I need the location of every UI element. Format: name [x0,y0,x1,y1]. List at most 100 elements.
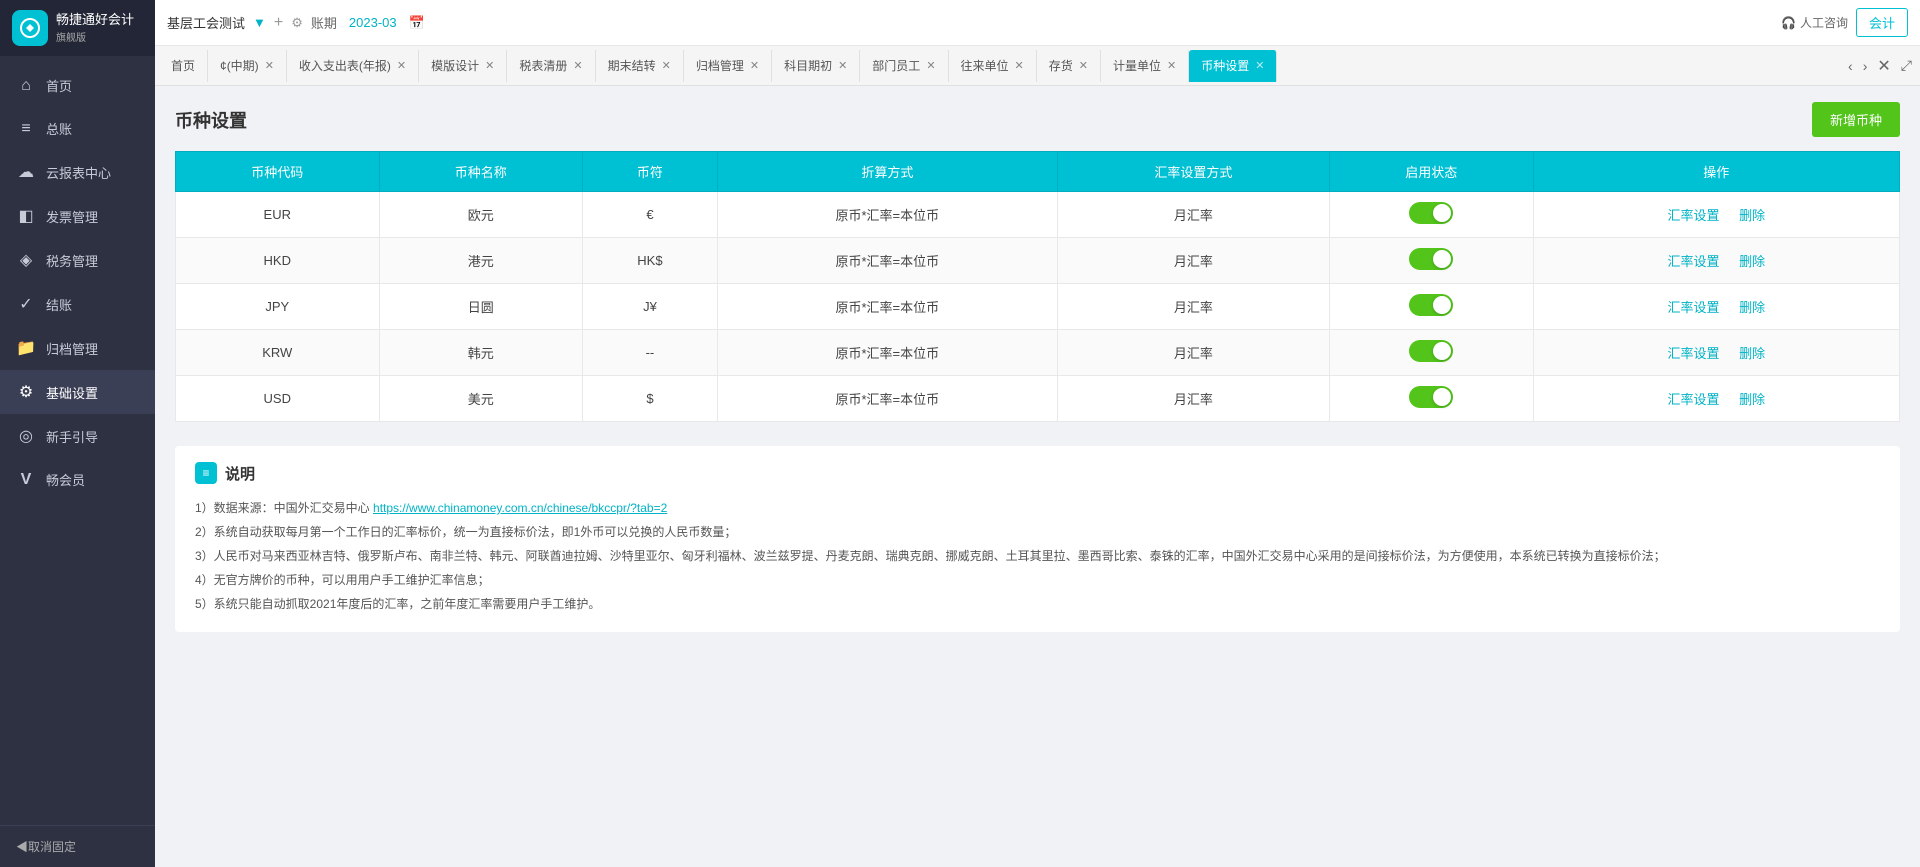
status-toggle[interactable] [1409,248,1453,270]
tab-unit[interactable]: 计量单位 ✕ [1101,50,1189,82]
toggle-track[interactable] [1409,340,1453,362]
toggle-track[interactable] [1409,386,1453,408]
tab-inventory-close[interactable]: ✕ [1079,59,1088,72]
settings-gear-icon[interactable]: ⚙ [291,15,303,31]
cell-status [1330,376,1534,422]
sidebar-item-settle[interactable]: ✓ 结账 [0,282,155,326]
sidebar-item-guide[interactable]: ◎ 新手引导 [0,414,155,458]
col-name: 币种名称 [379,152,583,192]
rate-setting-link[interactable]: 汇率设置 [1667,346,1719,361]
tab-balance[interactable]: ¢(中期) ✕ [208,50,287,82]
notice-item-2: 2）系统自动获取每月第一个工作日的汇率标价，统一为直接标价法，即1外币可以兑换的… [195,520,1880,544]
cell-symbol: -- [583,330,718,376]
topbar: 基层工会测试 ▼ + ⚙ 账期 2023-03 📅 🎧 人工咨询 会计 [155,0,1920,46]
sidebar-label-settings: 基础设置 [46,383,98,402]
new-currency-button[interactable]: 新增币种 [1812,102,1900,137]
help-label: 人工咨询 [1800,14,1848,31]
tab-archive[interactable]: 归档管理 ✕ [684,50,772,82]
help-button[interactable]: 🎧 人工咨询 [1781,14,1848,31]
sidebar-item-settings[interactable]: ⚙ 基础设置 [0,370,155,414]
tab-archive-close[interactable]: ✕ [750,59,759,72]
tab-period-end[interactable]: 期末结转 ✕ [596,50,684,82]
add-tab-icon[interactable]: + [274,14,283,32]
delete-link[interactable]: 删除 [1739,254,1765,269]
sidebar-nav: ⌂ 首页 ≡ 总账 ☁ 云报表中心 ◧ 发票管理 ◈ 税务管理 ✓ 结账 📁 归… [0,56,155,825]
guide-icon: ◎ [16,426,36,446]
cell-calc: 原币*汇率=本位币 [717,284,1057,330]
tab-income-label: 收入支出表(年报) [299,57,391,74]
cell-name: 港元 [379,238,583,284]
sidebar-item-reports[interactable]: ☁ 云报表中心 [0,150,155,194]
cell-code: EUR [176,192,380,238]
tab-dept[interactable]: 部门员工 ✕ [860,50,948,82]
col-symbol: 币符 [583,152,718,192]
period-value: 2023-03 [349,15,397,30]
tab-period-end-close[interactable]: ✕ [662,59,671,72]
tab-income-close[interactable]: ✕ [397,59,406,72]
content-area: 币种设置 新增币种 币种代码 币种名称 币符 折算方式 汇率设置方式 启用状态 … [155,86,1920,867]
notice-item-5: 5）系统只能自动抓取2021年度后的汇率，之前年度汇率需要用户手工维护。 [195,592,1880,616]
notice-link[interactable]: https://www.chinamoney.com.cn/chinese/bk… [373,501,667,515]
toggle-track[interactable] [1409,248,1453,270]
sidebar-item-archive[interactable]: 📁 归档管理 [0,326,155,370]
tab-next-icon[interactable]: › [1859,58,1872,74]
tab-dept-close[interactable]: ✕ [926,59,935,72]
logo-icon [12,10,48,46]
delete-link[interactable]: 删除 [1739,300,1765,315]
rate-setting-link[interactable]: 汇率设置 [1667,208,1719,223]
tab-customer-close[interactable]: ✕ [1015,59,1024,72]
account-button[interactable]: 会计 [1856,8,1908,37]
status-toggle[interactable] [1409,340,1453,362]
tab-currency[interactable]: 币种设置 ✕ [1189,50,1277,82]
tab-tax[interactable]: 税表清册 ✕ [507,50,595,82]
status-toggle[interactable] [1409,386,1453,408]
sidebar-item-invoice[interactable]: ◧ 发票管理 [0,194,155,238]
member-icon: V [16,471,36,489]
tab-currency-close[interactable]: ✕ [1255,59,1264,72]
tab-unit-close[interactable]: ✕ [1167,59,1176,72]
rate-setting-link[interactable]: 汇率设置 [1667,254,1719,269]
calendar-icon[interactable]: 📅 [409,15,425,31]
sidebar-label-home: 首页 [46,76,72,95]
tab-income[interactable]: 收入支出表(年报) ✕ [287,50,419,82]
cell-actions: 汇率设置 删除 [1533,238,1899,284]
tab-subject-close[interactable]: ✕ [838,59,847,72]
tab-balance-close[interactable]: ✕ [265,59,274,72]
toggle-track[interactable] [1409,202,1453,224]
cell-actions: 汇率设置 删除 [1533,330,1899,376]
delete-link[interactable]: 删除 [1739,392,1765,407]
settings-icon: ⚙ [16,382,36,402]
delete-link[interactable]: 删除 [1739,346,1765,361]
sidebar-item-member[interactable]: V 畅会员 [0,458,155,501]
cell-symbol: € [583,192,718,238]
notice-header: ≡ 说明 [195,462,1880,484]
status-toggle[interactable] [1409,294,1453,316]
rate-setting-link[interactable]: 汇率设置 [1667,392,1719,407]
tab-home[interactable]: 首页 [159,50,208,82]
company-dropdown-icon[interactable]: ▼ [253,15,266,30]
tab-customer[interactable]: 往来单位 ✕ [949,50,1037,82]
tab-home-label: 首页 [171,57,195,74]
tab-expand-icon[interactable]: ⤢ [1897,57,1916,74]
sidebar-item-ledger[interactable]: ≡ 总账 [0,107,155,150]
delete-link[interactable]: 删除 [1739,208,1765,223]
tab-template[interactable]: 模版设计 ✕ [419,50,507,82]
sidebar-item-home[interactable]: ⌂ 首页 [0,64,155,107]
cell-calc: 原币*汇率=本位币 [717,238,1057,284]
sidebar-item-tax[interactable]: ◈ 税务管理 [0,238,155,282]
toggle-thumb [1433,250,1451,268]
tab-prev-icon[interactable]: ‹ [1844,58,1857,74]
sidebar-label-tax: 税务管理 [46,251,98,270]
toggle-track[interactable] [1409,294,1453,316]
cell-calc: 原币*汇率=本位币 [717,192,1057,238]
table-row: EUR 欧元 € 原币*汇率=本位币 月汇率 汇率设置 删除 [176,192,1900,238]
status-toggle[interactable] [1409,202,1453,224]
tab-template-close[interactable]: ✕ [485,59,494,72]
ledger-icon: ≡ [16,120,36,138]
sidebar-unpin[interactable]: ◀取消固定 [0,825,155,867]
tab-subject[interactable]: 科目期初 ✕ [772,50,860,82]
tab-close-all-icon[interactable]: ✕ [1873,56,1894,76]
rate-setting-link[interactable]: 汇率设置 [1667,300,1719,315]
tab-inventory[interactable]: 存货 ✕ [1037,50,1101,82]
tab-tax-close[interactable]: ✕ [573,59,582,72]
